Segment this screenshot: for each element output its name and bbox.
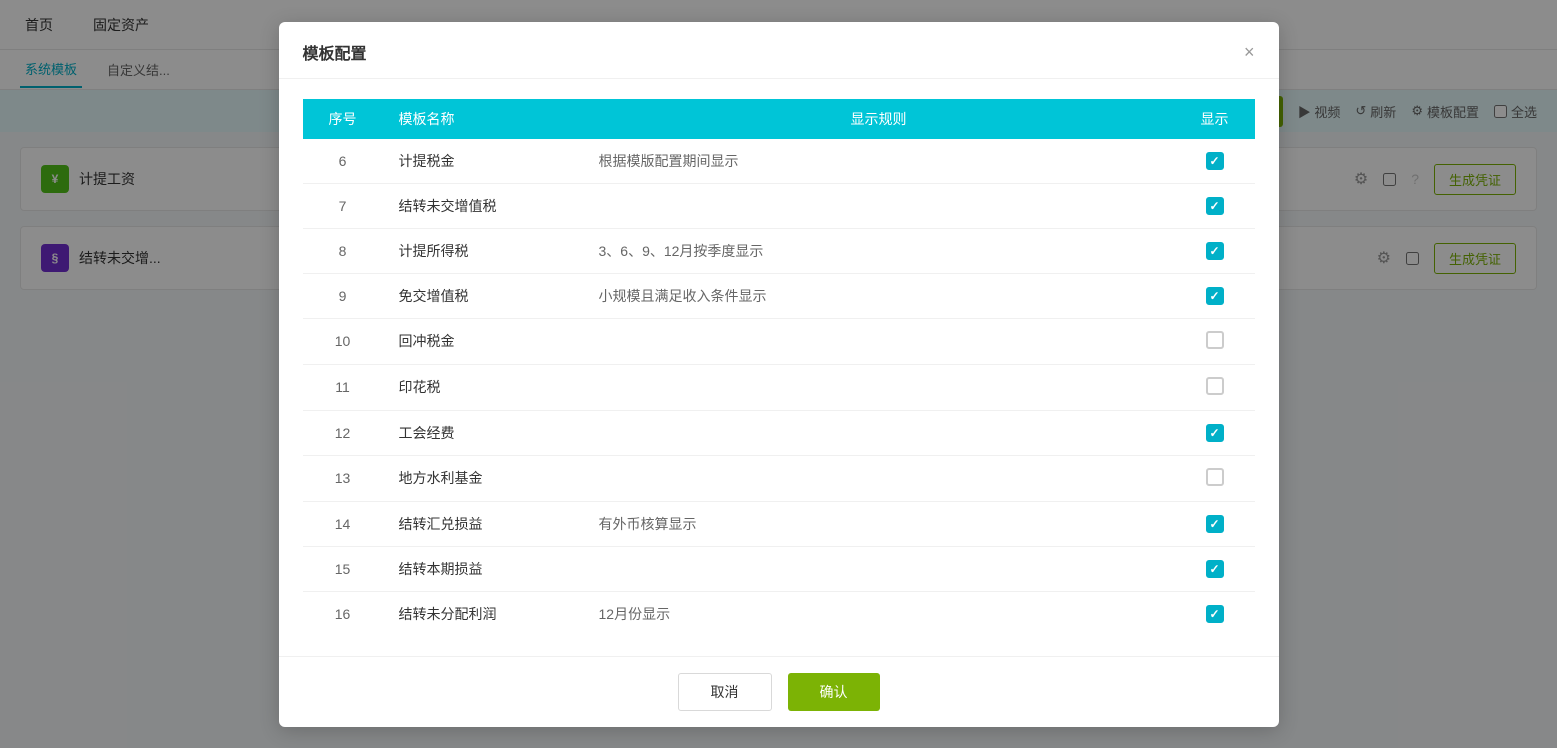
row-checkbox[interactable] xyxy=(1206,377,1224,395)
row-rule xyxy=(583,455,1175,501)
row-seq: 16 xyxy=(303,591,383,636)
row-rule xyxy=(583,546,1175,591)
table-row: 12工会经费 xyxy=(303,410,1255,455)
table-row: 16结转未分配利润12月份显示 xyxy=(303,591,1255,636)
cancel-button[interactable]: 取消 xyxy=(678,673,772,711)
row-rule xyxy=(583,318,1175,364)
row-checkbox[interactable] xyxy=(1206,424,1224,442)
row-check[interactable] xyxy=(1175,183,1255,228)
row-seq: 12 xyxy=(303,410,383,455)
table-row: 14结转汇兑损益有外币核算显示 xyxy=(303,501,1255,546)
dialog-header: 模板配置 × xyxy=(279,22,1279,79)
row-rule: 根据模版配置期间显示 xyxy=(583,139,1175,184)
row-name: 结转本期损益 xyxy=(383,546,583,591)
row-seq: 11 xyxy=(303,364,383,410)
row-name: 结转未交增值税 xyxy=(383,183,583,228)
col-display: 显示 xyxy=(1175,99,1255,139)
table-row: 11印花税 xyxy=(303,364,1255,410)
row-checkbox[interactable] xyxy=(1206,197,1224,215)
row-seq: 13 xyxy=(303,455,383,501)
row-checkbox[interactable] xyxy=(1206,242,1224,260)
row-checkbox[interactable] xyxy=(1206,287,1224,305)
template-config-dialog: 模板配置 × 序号 模板名称 显示规则 显示 6计提税金根据模版配置期间显示7结… xyxy=(279,22,1279,727)
table-row: 8计提所得税3、6、9、12月按季度显示 xyxy=(303,228,1255,273)
row-rule: 3、6、9、12月按季度显示 xyxy=(583,228,1175,273)
row-name: 工会经费 xyxy=(383,410,583,455)
row-rule: 小规模且满足收入条件显示 xyxy=(583,273,1175,318)
row-check[interactable] xyxy=(1175,364,1255,410)
row-rule xyxy=(583,183,1175,228)
row-name: 结转未分配利润 xyxy=(383,591,583,636)
row-seq: 7 xyxy=(303,183,383,228)
config-table: 序号 模板名称 显示规则 显示 6计提税金根据模版配置期间显示7结转未交增值税8… xyxy=(303,99,1255,636)
row-checkbox[interactable] xyxy=(1206,468,1224,486)
table-row: 6计提税金根据模版配置期间显示 xyxy=(303,139,1255,184)
row-seq: 9 xyxy=(303,273,383,318)
row-checkbox[interactable] xyxy=(1206,331,1224,349)
row-name: 地方水利基金 xyxy=(383,455,583,501)
table-row: 13地方水利基金 xyxy=(303,455,1255,501)
row-checkbox[interactable] xyxy=(1206,560,1224,578)
dialog-body: 序号 模板名称 显示规则 显示 6计提税金根据模版配置期间显示7结转未交增值税8… xyxy=(279,79,1279,656)
col-seq: 序号 xyxy=(303,99,383,139)
row-name: 回冲税金 xyxy=(383,318,583,364)
row-check[interactable] xyxy=(1175,591,1255,636)
row-rule: 12月份显示 xyxy=(583,591,1175,636)
col-rule: 显示规则 xyxy=(583,99,1175,139)
row-seq: 15 xyxy=(303,546,383,591)
row-checkbox[interactable] xyxy=(1206,152,1224,170)
row-check[interactable] xyxy=(1175,273,1255,318)
row-name: 计提所得税 xyxy=(383,228,583,273)
row-seq: 10 xyxy=(303,318,383,364)
confirm-button[interactable]: 确认 xyxy=(788,673,880,711)
col-name: 模板名称 xyxy=(383,99,583,139)
row-checkbox[interactable] xyxy=(1206,515,1224,533)
row-seq: 6 xyxy=(303,139,383,184)
row-name: 免交增值税 xyxy=(383,273,583,318)
row-check[interactable] xyxy=(1175,139,1255,184)
dialog-footer: 取消 确认 xyxy=(279,656,1279,727)
row-rule xyxy=(583,410,1175,455)
dialog-title: 模板配置 xyxy=(303,40,367,64)
row-check[interactable] xyxy=(1175,318,1255,364)
row-checkbox[interactable] xyxy=(1206,605,1224,623)
table-row: 10回冲税金 xyxy=(303,318,1255,364)
dialog-close-button[interactable]: × xyxy=(1244,43,1255,61)
row-check[interactable] xyxy=(1175,410,1255,455)
table-row: 15结转本期损益 xyxy=(303,546,1255,591)
row-seq: 8 xyxy=(303,228,383,273)
row-name: 计提税金 xyxy=(383,139,583,184)
row-check[interactable] xyxy=(1175,228,1255,273)
table-row: 7结转未交增值税 xyxy=(303,183,1255,228)
row-name: 印花税 xyxy=(383,364,583,410)
modal-overlay: 模板配置 × 序号 模板名称 显示规则 显示 6计提税金根据模版配置期间显示7结… xyxy=(0,0,1557,748)
row-check[interactable] xyxy=(1175,501,1255,546)
row-rule xyxy=(583,364,1175,410)
row-check[interactable] xyxy=(1175,546,1255,591)
row-check[interactable] xyxy=(1175,455,1255,501)
row-rule: 有外币核算显示 xyxy=(583,501,1175,546)
row-name: 结转汇兑损益 xyxy=(383,501,583,546)
table-row: 9免交增值税小规模且满足收入条件显示 xyxy=(303,273,1255,318)
row-seq: 14 xyxy=(303,501,383,546)
